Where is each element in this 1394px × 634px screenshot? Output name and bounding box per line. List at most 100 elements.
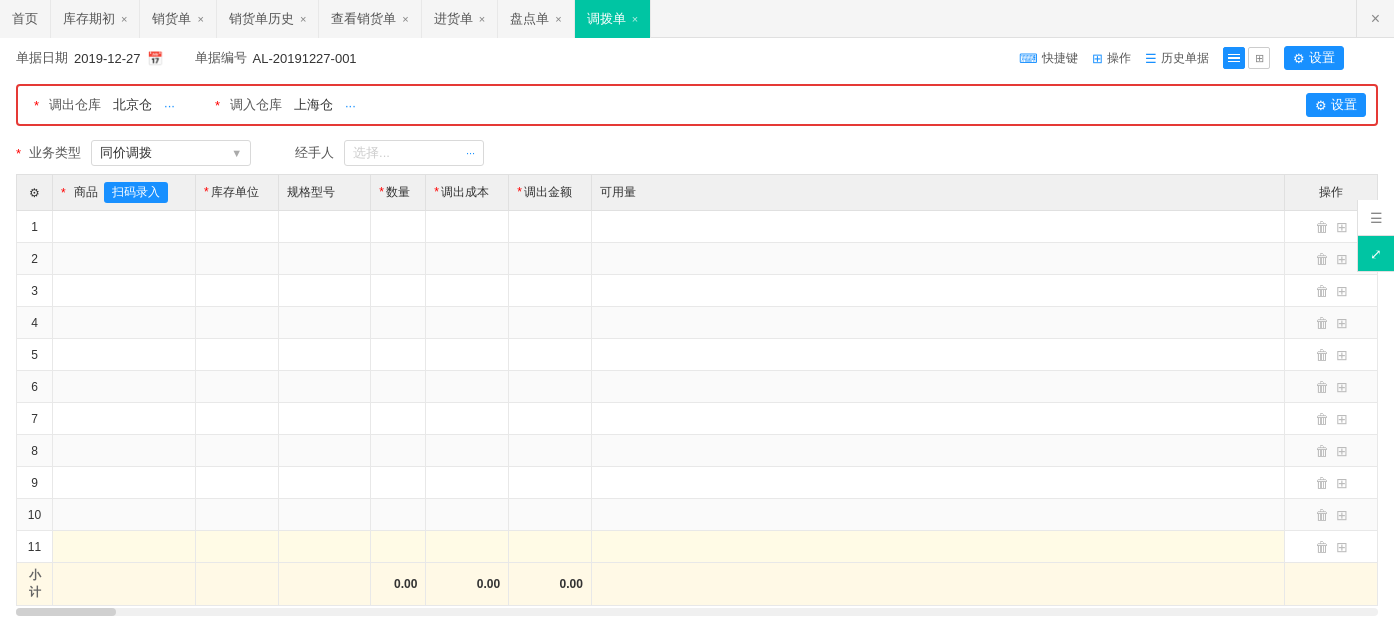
cell-product[interactable] (53, 243, 196, 275)
cell-unit[interactable] (195, 371, 278, 403)
copy-icon[interactable]: ⊞ (1336, 315, 1348, 331)
cell-available[interactable] (591, 435, 1284, 467)
delete-icon[interactable]: 🗑 (1315, 347, 1329, 363)
tab-inventory-init[interactable]: 库存期初× (51, 0, 140, 38)
cell-amount[interactable] (509, 531, 592, 563)
cell-available[interactable] (591, 371, 1284, 403)
tab-close-stocktake[interactable]: × (555, 13, 561, 25)
cell-amount[interactable] (509, 371, 592, 403)
cell-product[interactable] (53, 499, 196, 531)
cell-cost[interactable] (426, 339, 509, 371)
cell-unit[interactable] (195, 339, 278, 371)
copy-icon[interactable]: ⊞ (1336, 283, 1348, 299)
cell-unit[interactable] (195, 243, 278, 275)
cell-amount[interactable] (509, 435, 592, 467)
transfer-out-more-btn[interactable]: ··· (164, 98, 175, 113)
shortcut-button[interactable]: ⌨ 快捷键 (1019, 50, 1078, 67)
cell-available[interactable] (591, 339, 1284, 371)
handler-select[interactable]: 选择... ··· (344, 140, 484, 166)
tab-view-sales[interactable]: 查看销货单× (319, 0, 421, 38)
cell-cost[interactable] (426, 531, 509, 563)
cell-available[interactable] (591, 211, 1284, 243)
delete-icon[interactable]: 🗑 (1315, 251, 1329, 267)
cell-qty[interactable] (371, 499, 426, 531)
cell-amount[interactable] (509, 499, 592, 531)
tab-sales-history[interactable]: 销货单历史× (217, 0, 319, 38)
cell-product[interactable] (53, 531, 196, 563)
tab-close-purchase-order[interactable]: × (479, 13, 485, 25)
copy-icon[interactable]: ⊞ (1336, 379, 1348, 395)
scan-entry-button[interactable]: 扫码录入 (104, 182, 168, 203)
cell-spec[interactable] (278, 435, 370, 467)
cell-unit[interactable] (195, 499, 278, 531)
cell-spec[interactable] (278, 211, 370, 243)
cell-available[interactable] (591, 403, 1284, 435)
cell-qty[interactable] (371, 467, 426, 499)
cell-spec[interactable] (278, 371, 370, 403)
cell-qty[interactable] (371, 275, 426, 307)
cell-cost[interactable] (426, 467, 509, 499)
copy-icon[interactable]: ⊞ (1336, 539, 1348, 555)
horizontal-scrollbar[interactable] (16, 608, 1378, 616)
cell-product[interactable] (53, 467, 196, 499)
copy-icon[interactable]: ⊞ (1336, 347, 1348, 363)
cell-spec[interactable] (278, 275, 370, 307)
tab-close-inventory-init[interactable]: × (121, 13, 127, 25)
float-list-btn[interactable]: ☰ (1358, 200, 1394, 236)
cell-qty[interactable] (371, 435, 426, 467)
cell-qty[interactable] (371, 243, 426, 275)
delete-icon[interactable]: 🗑 (1315, 283, 1329, 299)
cell-unit[interactable] (195, 403, 278, 435)
cell-cost[interactable] (426, 211, 509, 243)
cell-product[interactable] (53, 371, 196, 403)
tab-close-sales-history[interactable]: × (300, 13, 306, 25)
cell-spec[interactable] (278, 499, 370, 531)
delete-icon[interactable]: 🗑 (1315, 315, 1329, 331)
cell-product[interactable] (53, 339, 196, 371)
delete-icon[interactable]: 🗑 (1315, 539, 1329, 555)
cell-qty[interactable] (371, 403, 426, 435)
cell-spec[interactable] (278, 531, 370, 563)
copy-icon[interactable]: ⊞ (1336, 219, 1348, 235)
cell-spec[interactable] (278, 467, 370, 499)
delete-icon[interactable]: 🗑 (1315, 507, 1329, 523)
doc-date-value[interactable]: 2019-12-27 (74, 51, 141, 66)
cell-amount[interactable] (509, 307, 592, 339)
cell-cost[interactable] (426, 499, 509, 531)
cell-unit[interactable] (195, 435, 278, 467)
cell-product[interactable] (53, 211, 196, 243)
cell-qty[interactable] (371, 339, 426, 371)
cell-cost[interactable] (426, 275, 509, 307)
cell-product[interactable] (53, 307, 196, 339)
list-view-button[interactable] (1223, 47, 1245, 69)
cell-product[interactable] (53, 435, 196, 467)
tab-close-view-sales[interactable]: × (402, 13, 408, 25)
cell-cost[interactable] (426, 307, 509, 339)
biz-type-select[interactable]: 同价调拨 ▼ (91, 140, 251, 166)
cell-amount[interactable] (509, 275, 592, 307)
transfer-in-value[interactable]: 上海仓 (294, 96, 333, 114)
cell-spec[interactable] (278, 307, 370, 339)
cell-amount[interactable] (509, 467, 592, 499)
cell-amount[interactable] (509, 243, 592, 275)
tab-close-sales-order[interactable]: × (197, 13, 203, 25)
cell-available[interactable] (591, 499, 1284, 531)
cell-cost[interactable] (426, 243, 509, 275)
cell-cost[interactable] (426, 435, 509, 467)
cell-cost[interactable] (426, 371, 509, 403)
transfer-in-more-btn[interactable]: ··· (345, 98, 356, 113)
cell-available[interactable] (591, 307, 1284, 339)
window-close-button[interactable]: × (1356, 0, 1394, 38)
cell-amount[interactable] (509, 403, 592, 435)
cell-qty[interactable] (371, 531, 426, 563)
cell-amount[interactable] (509, 339, 592, 371)
tab-close-transfer[interactable]: × (632, 13, 638, 25)
cell-unit[interactable] (195, 211, 278, 243)
delete-icon[interactable]: 🗑 (1315, 443, 1329, 459)
cell-qty[interactable] (371, 371, 426, 403)
cell-product[interactable] (53, 275, 196, 307)
delete-icon[interactable]: 🗑 (1315, 219, 1329, 235)
transfer-out-value[interactable]: 北京仓 (113, 96, 152, 114)
tab-transfer[interactable]: 调拨单× (575, 0, 651, 38)
copy-icon[interactable]: ⊞ (1336, 507, 1348, 523)
